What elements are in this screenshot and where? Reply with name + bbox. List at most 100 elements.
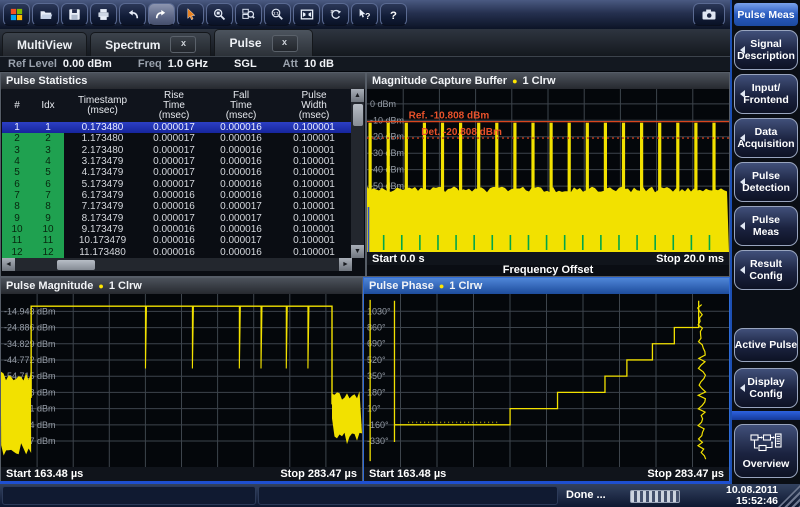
svg-text:Ref. -10.808 dBm: Ref. -10.808 dBm [409, 111, 490, 122]
table-cell: 0.000017 [141, 167, 207, 178]
tab-close-button[interactable]: x [272, 35, 298, 52]
print-button[interactable] [90, 3, 117, 26]
undo-button[interactable] [119, 3, 146, 26]
softkey-activepulse[interactable]: Active Pulse [734, 328, 798, 362]
table-cell: 0.000016 [207, 179, 275, 190]
refbar-value: SGL [234, 58, 257, 70]
table-row[interactable]: 110.1734800.0000170.0000160.100001 [2, 122, 353, 133]
tab-multiview[interactable]: MultiView [2, 32, 87, 56]
softkey-pulse-meas[interactable]: PulseMeas [734, 206, 798, 246]
table-row[interactable]: 887.1734790.0000160.0000170.100001 [2, 201, 353, 212]
table-row[interactable]: 998.1734790.0000170.0000170.100001 [2, 213, 353, 224]
pulse-phase-panel: Pulse Phase ● 1 Clrw 1030°860°690°520°35… [363, 277, 730, 481]
pulse-statistics-header[interactable]: Pulse Statistics [1, 73, 365, 90]
table-cell: 0.000016 [207, 224, 275, 235]
table-cell: 7 [2, 190, 32, 201]
windows-logo-button[interactable] [3, 3, 30, 26]
softkey-data-acquisition[interactable]: DataAcquisition [734, 118, 798, 158]
start-label: Start 163.48 µs [369, 468, 446, 480]
table-cell: 3 [32, 145, 64, 156]
zoom-area-button[interactable] [206, 3, 233, 26]
vscroll-thumb[interactable] [353, 104, 363, 126]
fit-screen-button[interactable] [293, 3, 320, 26]
tab-spectrum[interactable]: Spectrumx [90, 32, 211, 56]
single-sweep-icon: S [329, 8, 342, 21]
table-cell: 0.000016 [141, 247, 207, 258]
screenshot-button[interactable] [693, 3, 725, 26]
pulse-magnitude-header[interactable]: Pulse Magnitude ● 1 Clrw [1, 278, 362, 295]
hscroll-thumb[interactable] [57, 260, 95, 270]
softkey-signal-description[interactable]: SignalDescription [734, 30, 798, 70]
table-cell: 10 [32, 224, 64, 235]
pulse-statistics-panel: Pulse Statistics #IdxTimestamp(msec)Rise… [0, 72, 366, 277]
panel-title: Pulse Magnitude [6, 280, 93, 292]
table-row[interactable]: 111110.1734790.0000160.0000170.100001 [2, 235, 353, 246]
ref-level-bar: Ref Level0.00 dBmFreq1.0 GHzSGLAtt10 dB [0, 57, 730, 72]
table-cell: 0.000016 [207, 247, 275, 258]
panel-title: Magnitude Capture Buffer [372, 75, 507, 87]
redo-button[interactable] [148, 3, 175, 26]
table-cell: 0.100001 [275, 201, 353, 212]
stop-label: Stop 20.0 ms [656, 253, 724, 265]
refbar-value: 1.0 GHz [168, 58, 208, 70]
softkey-input-frontend[interactable]: Input/Frontend [734, 74, 798, 114]
scroll-down-button[interactable]: ▼ [351, 245, 364, 258]
pulse-phase-chart[interactable]: 1030°860°690°520°350°180°10°-160°-330° [364, 294, 729, 467]
resize-grip[interactable] [778, 485, 800, 507]
zoom-1to1-button[interactable]: 1:1 [264, 3, 291, 26]
table-cell: 0.000017 [141, 179, 207, 190]
table-cell: 0.000017 [207, 201, 275, 212]
vertical-scrollbar[interactable]: ▲ ▼ [351, 89, 364, 258]
softkey-display-config[interactable]: DisplayConfig [734, 368, 798, 408]
table-row[interactable]: 332.1734800.0000170.0000160.100001 [2, 145, 353, 156]
save-button[interactable] [61, 3, 88, 26]
table-cell: 5 [2, 167, 32, 178]
zoom-area-icon [213, 8, 226, 21]
overview-button[interactable]: Overview [734, 424, 798, 478]
help-pointer-button[interactable]: ? [351, 3, 378, 26]
table-row[interactable]: 776.1734790.0000160.0000160.100001 [2, 190, 353, 201]
open-file-button[interactable] [32, 3, 59, 26]
select-pointer-button[interactable] [177, 3, 204, 26]
open-file-icon [39, 8, 53, 21]
tab-close-button[interactable]: x [170, 36, 196, 53]
horizontal-scrollbar[interactable]: ◄ ► [2, 258, 352, 271]
table-row[interactable]: 665.1734790.0000170.0000160.100001 [2, 179, 353, 190]
refbar-label: Ref Level [8, 58, 57, 70]
single-sweep-button[interactable]: S [322, 3, 349, 26]
svg-text:?: ? [365, 11, 370, 21]
pulse-magnitude-chart[interactable]: -14.943 dBm-24.886 dBm-34.829 dBm-44.772… [1, 294, 362, 467]
zoom-windows-button[interactable] [235, 3, 262, 26]
save-icon [68, 8, 81, 21]
table-cell: 5.173479 [64, 179, 141, 190]
table-row[interactable]: 554.1734790.0000170.0000160.100001 [2, 167, 353, 178]
panel-title: Pulse Phase [369, 280, 434, 292]
table-row[interactable]: 10109.1734790.0000160.0000160.100001 [2, 224, 353, 235]
column-header: PulseWidth(msec) [275, 89, 353, 122]
softkey-result-config[interactable]: ResultConfig [734, 250, 798, 290]
trace-dot-icon: ● [512, 76, 517, 86]
help-button[interactable]: ? [380, 3, 407, 26]
table-cell: 8.173479 [64, 213, 141, 224]
pulse-phase-header[interactable]: Pulse Phase ● 1 Clrw [364, 278, 729, 295]
table-cell: 0.100001 [275, 224, 353, 235]
table-row[interactable]: 221.1734800.0000170.0000160.100001 [2, 133, 353, 144]
softkey-pulse-detection[interactable]: PulseDetection [734, 162, 798, 202]
scroll-up-button[interactable]: ▲ [351, 89, 364, 102]
channel-tabbar: MultiViewSpectrumxPulsex [0, 29, 730, 57]
column-header: # [2, 89, 32, 122]
svg-text:1:1: 1:1 [273, 11, 279, 16]
scroll-left-button[interactable]: ◄ [2, 258, 15, 271]
status-segment [258, 486, 558, 505]
scroll-right-button[interactable]: ► [339, 258, 352, 271]
tab-pulse[interactable]: Pulsex [214, 29, 312, 56]
magnitude-capture-header[interactable]: Magnitude Capture Buffer ● 1 Clrw [367, 73, 729, 90]
magnitude-capture-chart[interactable]: 0 dBm-10 dBm-20 dBm-30 dBm-40 dBm-50 dBm… [367, 89, 729, 252]
svg-text:-24.886 dBm: -24.886 dBm [4, 323, 56, 333]
table-cell: 0.000016 [207, 145, 275, 156]
table-row[interactable]: 443.1734790.0000170.0000160.100001 [2, 156, 353, 167]
column-header: FallTime(msec) [207, 89, 275, 122]
table-row[interactable]: 121211.1734800.0000160.0000160.100001 [2, 247, 353, 258]
panel-title: Pulse Statistics [6, 75, 87, 87]
svg-text:-44.772 dBm: -44.772 dBm [4, 355, 56, 365]
